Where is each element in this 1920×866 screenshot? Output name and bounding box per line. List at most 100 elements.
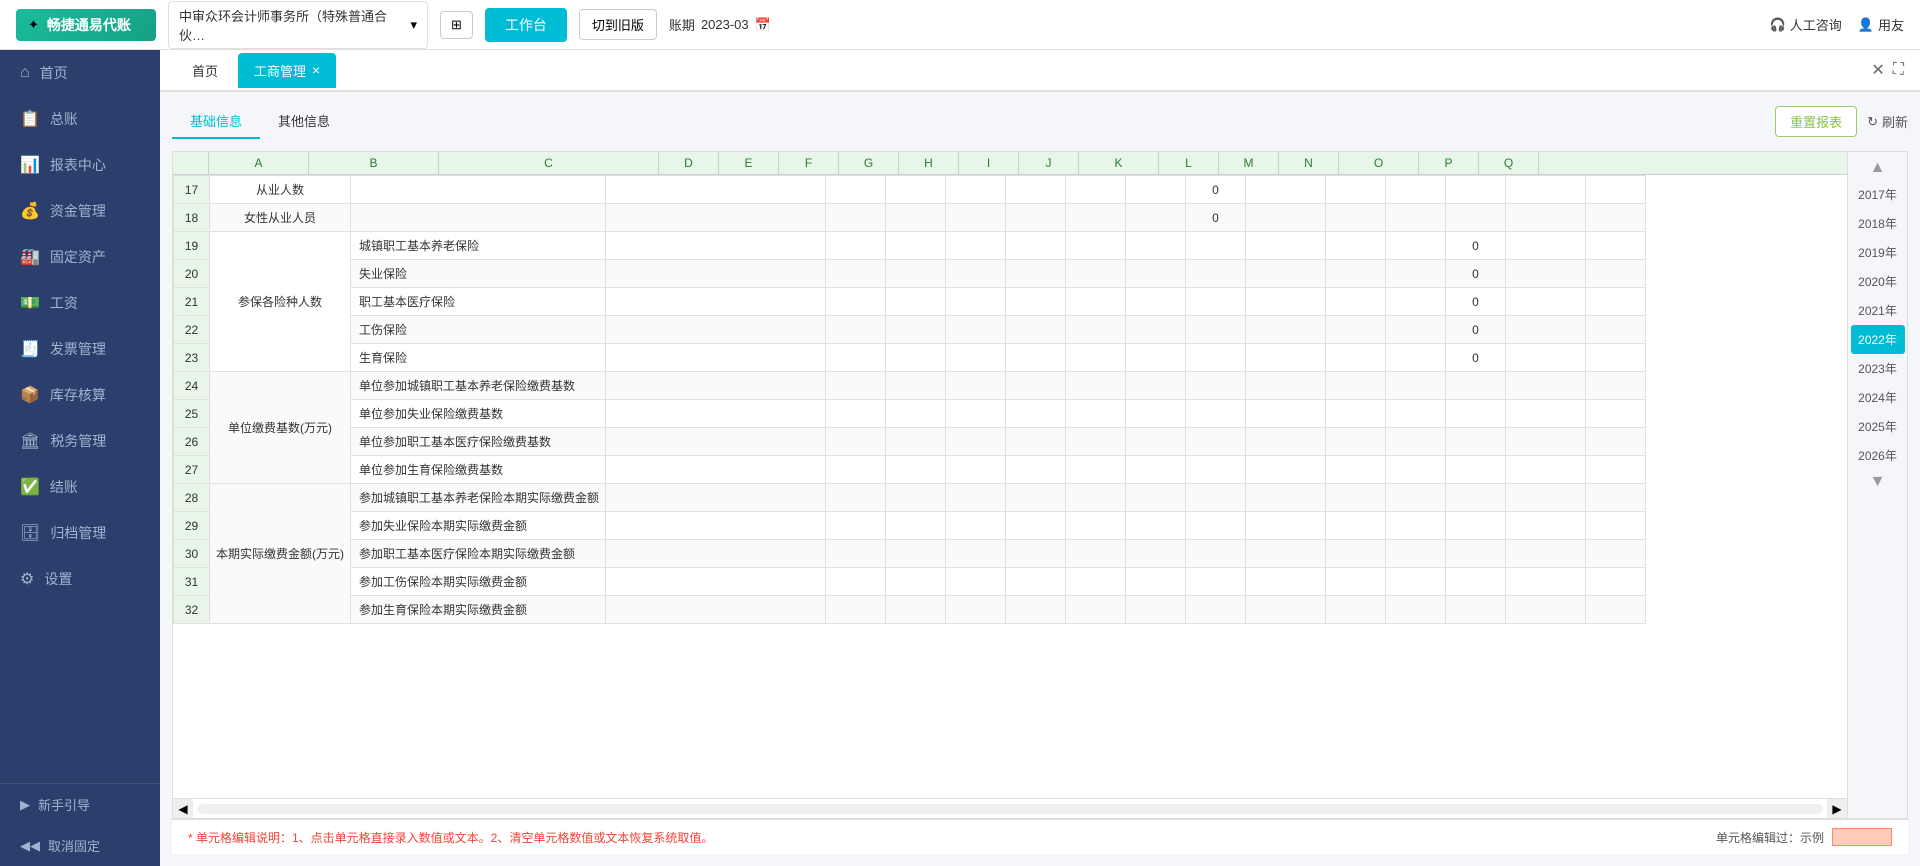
year-item[interactable]: 2017年 [1851,180,1905,209]
assets-icon: 🏭 [20,247,40,267]
refresh-button[interactable]: ↻ 刷新 [1867,106,1908,137]
sidebar-label-closing: 结账 [50,477,78,497]
sidebar-item-archive[interactable]: 🗄 归档管理 [0,510,160,556]
sidebar-item-reports[interactable]: 📊 报表中心 [0,142,160,188]
footer-note-text: * 单元格编辑说明：1、点击单元格直接录入数值或文本。2、清空单元格数值或文本恢… [188,829,713,846]
col-header-o: O [1339,152,1419,174]
sidebar-item-assets[interactable]: 🏭 固定资产 [0,234,160,280]
year-item[interactable]: 2019年 [1851,238,1905,267]
top-header: ✦ 畅捷通易代账 中审众环会计师事务所（特殊普通合伙… ▾ ⊞ 工作台 切到旧版… [0,0,1920,50]
tab-close-button[interactable]: × [312,62,320,78]
sidebar-label-tax: 税务管理 [50,431,106,451]
chevron-down-icon: ▾ [410,17,417,33]
tab-home[interactable]: 首页 [176,53,234,88]
col-header-m: M [1219,152,1279,174]
consult-label: 人工咨询 [1790,15,1842,34]
sidebar-item-invoice[interactable]: 🧾 发票管理 [0,326,160,372]
tab-commerce[interactable]: 工商管理 × [238,53,336,88]
main-layout: ⌂ 首页 📋 总账 📊 报表中心 💰 资金管理 🏭 固定资产 💵 工资 🧾 发票… [0,50,1920,866]
year-item[interactable]: 2025年 [1851,412,1905,441]
inventory-icon: 📦 [20,385,40,405]
sub-tabs-area: 基础信息 其他信息 重置报表 ↻ 刷新 [172,104,1908,139]
tax-icon: 🏛 [20,431,40,451]
company-selector[interactable]: 中审众环会计师事务所（特殊普通合伙… ▾ [168,1,428,49]
table-row: 17从业人数0 [174,176,1706,204]
archive-button[interactable]: ⊞ [440,11,473,39]
year-item[interactable]: 2026年 [1851,441,1905,470]
footer-right: 单元格编辑过：示例 [1716,828,1892,846]
col-header-a: A [209,152,309,174]
sidebar-item-home[interactable]: ⌂ 首页 [0,50,160,96]
sidebar-item-inventory[interactable]: 📦 库存核算 [0,372,160,418]
user-area[interactable]: 👤 用友 [1858,15,1904,34]
spreadsheet-main: A B C D E F G H I J K L M N O [173,152,1847,818]
sidebar-label-invoice: 发票管理 [50,339,106,359]
year-item[interactable]: 2023年 [1851,354,1905,383]
example-label: 单元格编辑过：示例 [1716,829,1824,846]
table-body: 17从业人数018女性从业人员019参保各险种人数城镇职工基本养老保险020失业… [173,175,1847,798]
table-row: 24单位缴费基数(万元)单位参加城镇职工基本养老保险缴费基数 [174,372,1706,400]
horizontal-scrollbar[interactable]: ◀ ▶ [173,798,1847,818]
scroll-right-button[interactable]: ▶ [1827,799,1847,819]
footer-note: * 单元格编辑说明：1、点击单元格直接录入数值或文本。2、清空单元格数值或文本恢… [172,819,1908,854]
col-header-e: E [719,152,779,174]
year-item[interactable]: 2022年 [1851,325,1905,354]
tab-label: 工商管理 [254,61,306,80]
table-row: 26单位参加职工基本医疗保险缴费基数 [174,428,1706,456]
table-row: 18女性从业人员0 [174,204,1706,232]
calendar-icon[interactable]: 📅 [755,17,771,33]
table-row: 22工伤保险0 [174,316,1706,344]
sidebar-label-ledger: 总账 [50,109,78,129]
consult-button[interactable]: 🎧 人工咨询 [1770,15,1842,34]
play-icon: ▶ [20,797,30,813]
sidebar-label-inventory: 库存核算 [50,385,106,405]
scroll-left-button[interactable]: ◀ [173,799,193,819]
scroll-track[interactable] [197,804,1823,814]
table-row: 25单位参加失业保险缴费基数 [174,400,1706,428]
reset-report-button[interactable]: 重置报表 [1775,106,1857,137]
switch-version-button[interactable]: 切到旧版 [579,9,657,40]
archive-mgmt-icon: 🗄 [20,523,40,543]
sidebar-item-closing[interactable]: ✅ 结账 [0,464,160,510]
period-area: 账期 2023-03 📅 [669,15,771,34]
table-row: 19参保各险种人数城镇职工基本养老保险0 [174,232,1706,260]
funds-icon: 💰 [20,201,40,221]
example-cell [1832,828,1892,846]
col-header-g: G [839,152,899,174]
maximize-window-button[interactable]: ⛶ [1893,60,1904,80]
year-item[interactable]: 2021年 [1851,296,1905,325]
year-scroll-down[interactable]: ▼ [1862,470,1894,494]
sidebar-item-ledger[interactable]: 📋 总账 [0,96,160,142]
spreadsheet-wrapper: A B C D E F G H I J K L M N O [172,151,1908,819]
user-label: 用友 [1878,15,1904,34]
sidebar-label-reports: 报表中心 [50,155,106,175]
sub-tab-other[interactable]: 其他信息 [260,104,348,139]
table-row: 29参加失业保险本期实际缴费金额 [174,512,1706,540]
col-header-j: J [1019,152,1079,174]
sidebar-item-guide[interactable]: ▶ 新手引导 [0,784,160,825]
sidebar-item-payroll[interactable]: 💵 工资 [0,280,160,326]
col-header-l: L [1159,152,1219,174]
col-header-p: P [1419,152,1479,174]
logo-area: ✦ 畅捷通易代账 [16,9,156,41]
unpin-icon: ◀◀ [20,838,40,854]
sidebar-item-tax[interactable]: 🏛 税务管理 [0,418,160,464]
refresh-icon: ↻ [1867,114,1878,130]
table-row: 23生育保险0 [174,344,1706,372]
inner-content: 基础信息 其他信息 重置报表 ↻ 刷新 [160,92,1920,866]
year-scroll-up[interactable]: ▲ [1862,156,1894,180]
close-window-button[interactable]: ✕ [1871,60,1884,80]
sidebar-item-settings[interactable]: ⚙ 设置 [0,556,160,602]
table-row: 31参加工伤保险本期实际缴费金额 [174,568,1706,596]
content-area: 首页 工商管理 × ✕ ⛶ 基础信息 其他信息 重置报表 [160,50,1920,866]
year-item[interactable]: 2020年 [1851,267,1905,296]
year-item[interactable]: 2018年 [1851,209,1905,238]
year-item[interactable]: 2024年 [1851,383,1905,412]
sub-tab-basic[interactable]: 基础信息 [172,104,260,139]
logo-text: 畅捷通易代账 [47,15,131,35]
closing-icon: ✅ [20,477,40,497]
table-row: 21职工基本医疗保险0 [174,288,1706,316]
sidebar-item-unpin[interactable]: ◀◀ 取消固定 [0,825,160,866]
sidebar-item-funds[interactable]: 💰 资金管理 [0,188,160,234]
workbench-button[interactable]: 工作台 [485,8,567,42]
